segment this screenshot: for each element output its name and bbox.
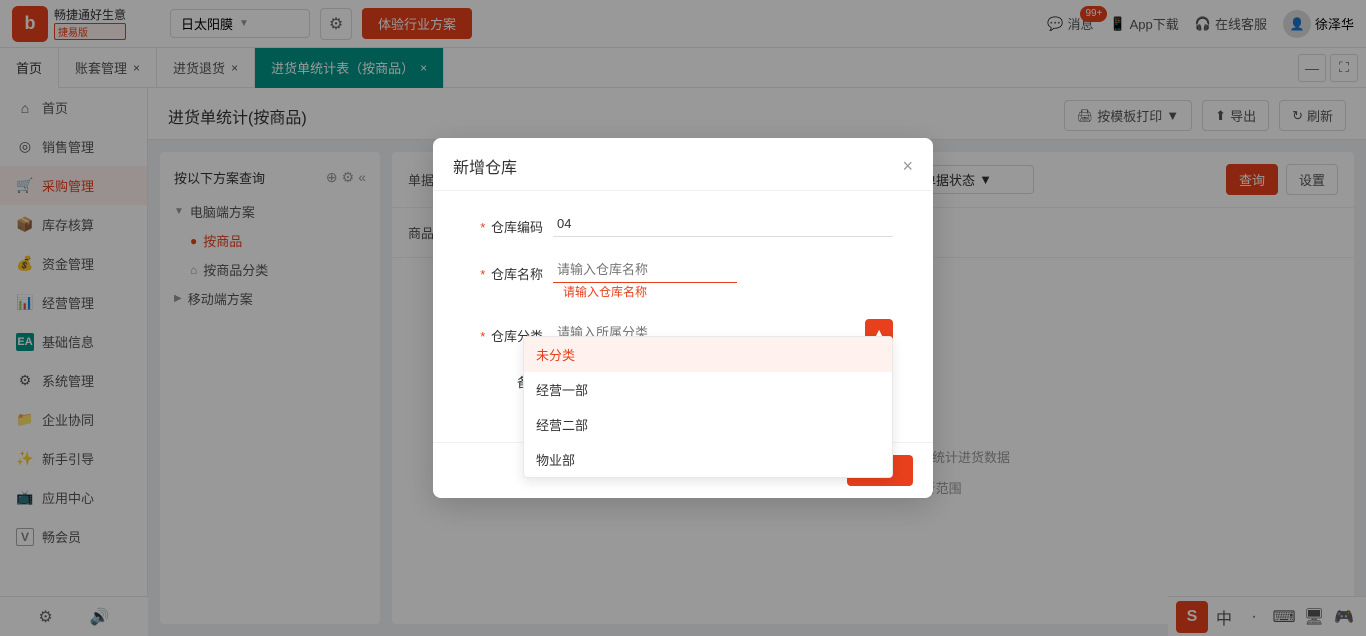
form-row-code: * 仓库编码 xyxy=(473,211,893,237)
dialog-body: * 仓库编码 * 仓库名称 请输入仓库名称 xyxy=(433,191,933,442)
dropdown-option-ops1[interactable]: 经营一部 xyxy=(524,372,892,407)
dialog-header: 新增仓库 × xyxy=(433,138,933,191)
name-label: * 仓库名称 xyxy=(473,258,553,283)
modal-overlay[interactable]: 新增仓库 × * 仓库编码 * 仓库名称 xyxy=(0,0,1366,636)
code-label-text: 仓库编码 xyxy=(491,220,543,235)
dropdown-option-ops2[interactable]: 经营二部 xyxy=(524,407,892,442)
required-star-category: * xyxy=(480,329,485,344)
code-label: * 仓库编码 xyxy=(473,211,553,236)
required-star-name: * xyxy=(480,267,485,282)
required-star-code: * xyxy=(480,220,485,235)
name-error-message: 请输入仓库名称 xyxy=(563,285,647,299)
warehouse-code-input[interactable] xyxy=(553,211,893,237)
dialog-title: 新增仓库 xyxy=(453,154,517,178)
warehouse-name-input[interactable] xyxy=(553,257,737,283)
category-dropdown-list: 未分类 经营一部 经营二部 物业部 xyxy=(523,336,893,478)
name-label-text: 仓库名称 xyxy=(491,267,543,282)
dialog-add-warehouse: 新增仓库 × * 仓库编码 * 仓库名称 xyxy=(433,138,933,498)
dropdown-option-property[interactable]: 物业部 xyxy=(524,442,892,477)
dialog-close-button[interactable]: × xyxy=(902,156,913,177)
dropdown-option-unclassified[interactable]: 未分类 xyxy=(524,337,892,372)
form-row-name: * 仓库名称 请输入仓库名称 xyxy=(473,257,893,300)
